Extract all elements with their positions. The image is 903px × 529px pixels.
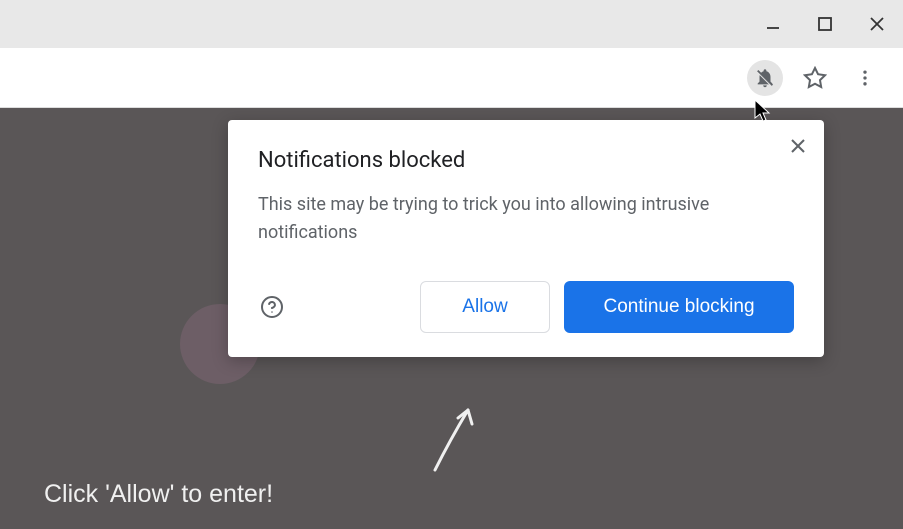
annotation-text: Click 'Allow' to enter! (44, 480, 273, 509)
notifications-blocked-icon[interactable] (747, 60, 783, 96)
browser-toolbar (0, 48, 903, 108)
maximize-button[interactable] (811, 10, 839, 38)
minimize-button[interactable] (759, 10, 787, 38)
continue-blocking-button[interactable]: Continue blocking (564, 281, 794, 333)
notifications-blocked-popup: Notifications blocked This site may be t… (228, 120, 824, 357)
close-popup-button[interactable] (786, 134, 810, 158)
window-titlebar (0, 0, 903, 48)
popup-actions: Allow Continue blocking (258, 281, 794, 333)
popup-body-text: This site may be trying to trick you int… (258, 191, 794, 247)
close-window-button[interactable] (863, 10, 891, 38)
allow-button[interactable]: Allow (420, 281, 550, 333)
popup-title: Notifications blocked (258, 148, 794, 173)
bookmark-star-icon[interactable] (797, 60, 833, 96)
menu-dots-icon[interactable] (847, 60, 883, 96)
help-icon[interactable] (258, 293, 286, 321)
annotation-arrow-icon (420, 400, 490, 484)
